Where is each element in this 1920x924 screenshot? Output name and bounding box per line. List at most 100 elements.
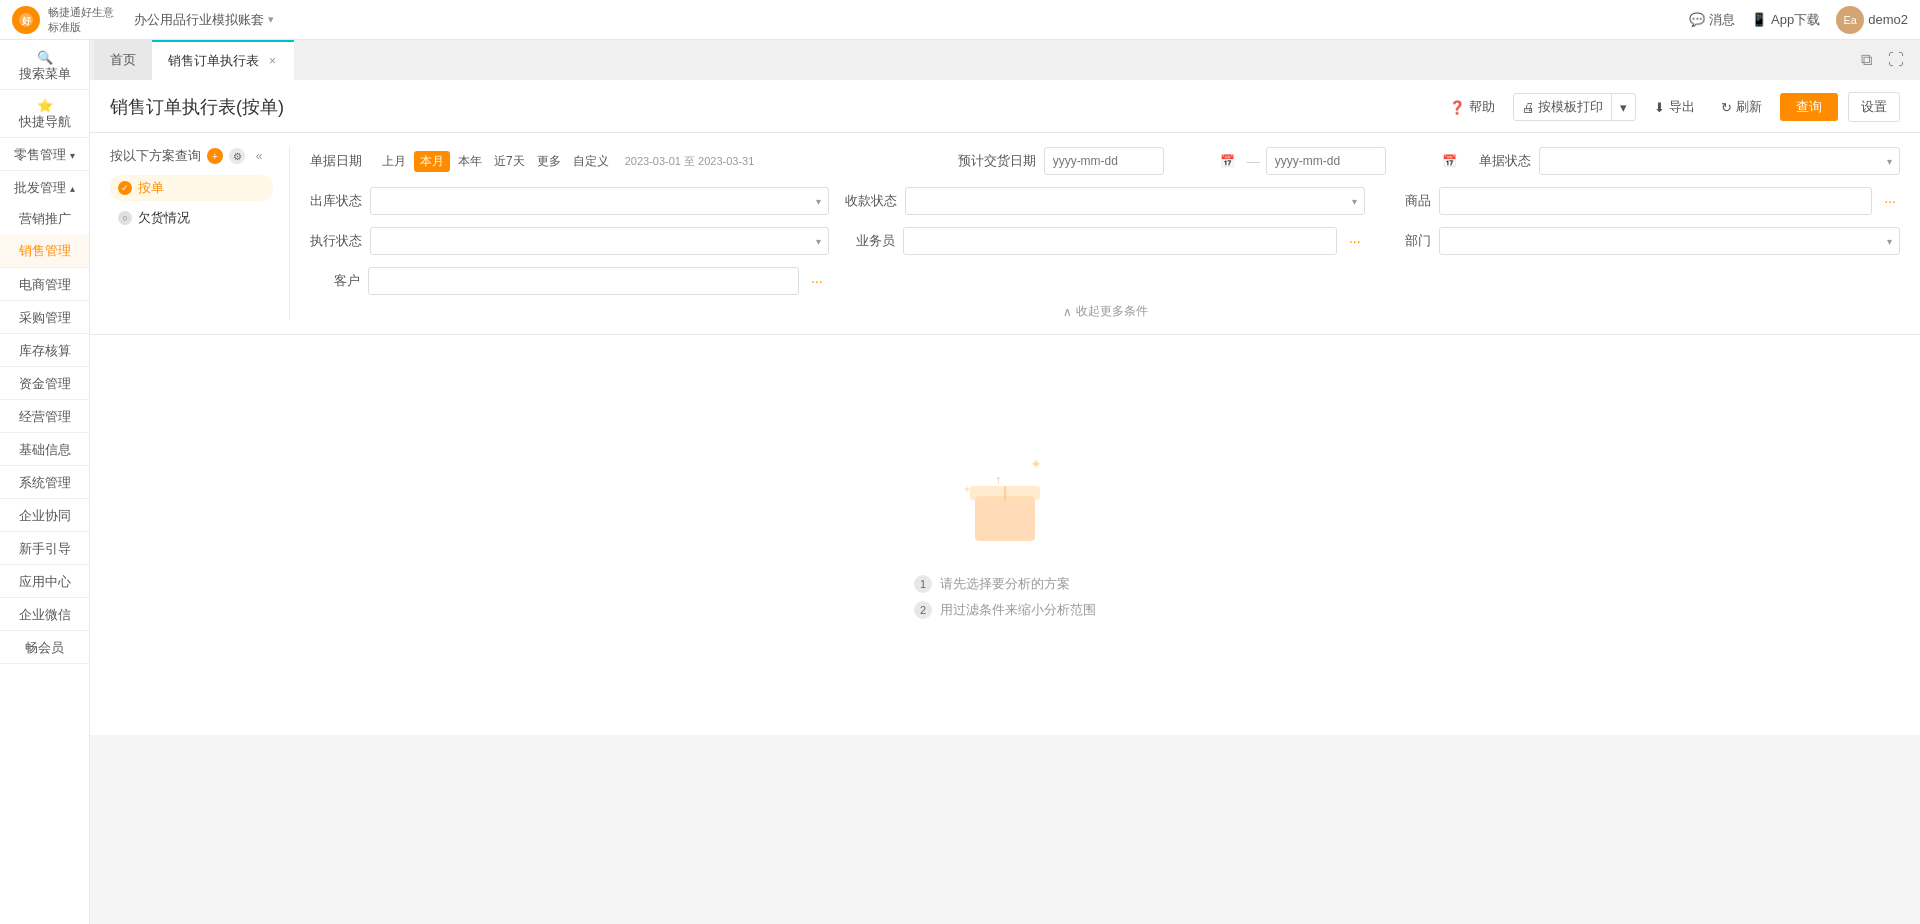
out-status-select-wrapper <box>370 187 829 215</box>
salesperson-label: 业务员 <box>845 232 895 250</box>
sidebar-section-enterprise: 企业协同 <box>0 499 89 532</box>
sidebar-item-enterprise[interactable]: 企业协同 <box>0 499 89 531</box>
out-status-select[interactable] <box>370 187 829 215</box>
nav-title-area: 办公用品行业模拟账套 ▾ <box>114 11 1689 29</box>
date-separator: — <box>1247 154 1260 169</box>
scheme-add-button[interactable]: + <box>207 148 223 164</box>
print-dropdown-icon[interactable]: ▾ <box>1612 96 1635 119</box>
user-profile-button[interactable]: Ea demo2 <box>1836 6 1908 34</box>
sidebar-quick-nav[interactable]: ⭐ 快捷导航 <box>0 90 89 138</box>
logo-text: 畅捷通好生意 标准版 <box>48 5 114 34</box>
dept-select-wrapper <box>1439 227 1900 255</box>
message-icon: 💬 <box>1689 12 1705 27</box>
search-button[interactable]: 查询 <box>1780 93 1838 121</box>
date-more-btn[interactable]: 更多 <box>533 151 565 172</box>
tab-restore-icon[interactable]: ⧉ <box>1857 47 1876 73</box>
top-right-actions: 💬 消息 📱 App下载 Ea demo2 <box>1689 6 1908 34</box>
customer-label: 客户 <box>310 272 360 290</box>
svg-text:✦: ✦ <box>1030 456 1042 472</box>
goods-input[interactable] <box>1439 187 1873 215</box>
sidebar-item-appstore[interactable]: 应用中心 <box>0 565 89 597</box>
message-button[interactable]: 💬 消息 <box>1689 11 1735 29</box>
sidebar-item-finance[interactable]: 资金管理 <box>0 367 89 399</box>
sidebar-item-newbie[interactable]: 新手引导 <box>0 532 89 564</box>
main-layout: 🔍 搜索菜单 ⭐ 快捷导航 零售管理 ▾ 批发管理 ▴ 营销推广 销售管理 <box>0 40 1920 924</box>
goods-picker-button[interactable]: ··· <box>1880 193 1900 209</box>
scheme-item-按单[interactable]: ✓ 按单 <box>110 175 273 201</box>
top-header: 好 畅捷通好生意 标准版 办公用品行业模拟账套 ▾ 💬 消息 📱 App下载 E… <box>0 0 1920 40</box>
svg-text:✦: ✦ <box>963 484 971 495</box>
filter-group-dept: 部门 <box>1381 227 1900 255</box>
filter-collapse-button[interactable]: ∧ 收起更多条件 <box>310 295 1900 320</box>
exec-status-select[interactable] <box>370 227 829 255</box>
expected-date-start-wrapper: 📅 <box>1044 147 1241 175</box>
sidebar-item-marketing[interactable]: 营销推广 <box>0 203 89 235</box>
status-select-wrapper <box>1539 147 1900 175</box>
date-custom-btn[interactable]: 自定义 <box>569 151 613 172</box>
tab-fullscreen-icon[interactable]: ⛶ <box>1884 47 1908 73</box>
app-download-button[interactable]: 📱 App下载 <box>1751 11 1820 29</box>
scheme-inactive-dot: ○ <box>118 211 132 225</box>
salesperson-input[interactable] <box>903 227 1337 255</box>
expected-date-end-input[interactable] <box>1266 147 1386 175</box>
svg-text:↑: ↑ <box>995 473 1001 487</box>
date-this-month-btn[interactable]: 本月 <box>414 151 450 172</box>
tab-home[interactable]: 首页 <box>94 40 152 80</box>
sidebar-section-wholesale-header[interactable]: 批发管理 ▴ <box>0 171 89 203</box>
scheme-item-欠货情况[interactable]: ○ 欠货情况 <box>110 205 273 231</box>
calendar-end-icon: 📅 <box>1442 154 1457 168</box>
sidebar-item-operation[interactable]: 经营管理 <box>0 400 89 432</box>
sidebar-search[interactable]: 🔍 搜索菜单 <box>0 40 89 90</box>
expected-date-start-input[interactable] <box>1044 147 1164 175</box>
step-1-num: 1 <box>914 575 932 593</box>
retail-arrow-icon: ▾ <box>70 150 75 161</box>
collect-status-select[interactable] <box>905 187 1364 215</box>
calendar-start-icon: 📅 <box>1220 154 1235 168</box>
date-last-month-btn[interactable]: 上月 <box>378 151 410 172</box>
sidebar-item-system[interactable]: 系统管理 <box>0 466 89 498</box>
star-icon: ⭐ <box>37 98 53 113</box>
sidebar-section-base: 基础信息 <box>0 433 89 466</box>
refresh-button[interactable]: ↻ 刷新 <box>1713 94 1770 120</box>
sidebar-item-member[interactable]: 畅会员 <box>0 631 89 663</box>
expected-date-end-wrapper: 📅 <box>1266 147 1463 175</box>
settings-button[interactable]: 设置 <box>1848 92 1900 122</box>
content-area: 首页 销售订单执行表 × ⧉ ⛶ 销售订单执行表(按单) ❓ 帮助 <box>90 40 1920 924</box>
sidebar-item-sales[interactable]: 销售管理 <box>0 235 89 267</box>
dept-label: 部门 <box>1381 232 1431 250</box>
sidebar-item-corpwechat[interactable]: 企业微信 <box>0 598 89 630</box>
date-this-year-btn[interactable]: 本年 <box>454 151 486 172</box>
filter-rows: 单据日期 上月 本月 本年 近7天 更多 自定义 <box>310 147 1900 295</box>
sidebar-section-retail-header[interactable]: 零售管理 ▾ <box>0 138 89 170</box>
filter-row-1: 单据日期 上月 本月 本年 近7天 更多 自定义 <box>310 147 1900 175</box>
export-button[interactable]: ⬇ 导出 <box>1646 94 1703 120</box>
sidebar-item-base[interactable]: 基础信息 <box>0 433 89 465</box>
scheme-settings-button[interactable]: ⚙ <box>229 148 245 164</box>
empty-illustration: ✦ ✦ ↑ <box>955 451 1055 551</box>
customer-picker-button[interactable]: ··· <box>807 273 827 289</box>
collect-status-label: 收款状态 <box>845 192 897 210</box>
sidebar-item-purchase[interactable]: 采购管理 <box>0 301 89 333</box>
print-button[interactable]: 🖨 按模板打印 <box>1514 94 1612 120</box>
tab-close-icon[interactable]: × <box>267 52 278 70</box>
expected-date-label: 预计交货日期 <box>958 152 1036 170</box>
scheme-title-text: 按以下方案查询 <box>110 147 201 165</box>
sidebar-item-inventory[interactable]: 库存核算 <box>0 334 89 366</box>
page-header-actions: ❓ 帮助 🖨 按模板打印 ▾ ⬇ 导出 <box>1441 92 1900 122</box>
help-button[interactable]: ❓ 帮助 <box>1441 94 1503 120</box>
date-quick-btns: 上月 本月 本年 近7天 更多 自定义 <box>378 151 613 172</box>
sidebar-item-ecommerce[interactable]: 电商管理 <box>0 268 89 300</box>
phone-icon: 📱 <box>1751 12 1767 27</box>
filter-group-date: 单据日期 上月 本月 本年 近7天 更多 自定义 <box>310 151 942 172</box>
status-select[interactable] <box>1539 147 1900 175</box>
date-last7-btn[interactable]: 近7天 <box>490 151 529 172</box>
tab-sales-order[interactable]: 销售订单执行表 × <box>152 40 294 80</box>
export-icon: ⬇ <box>1654 100 1665 115</box>
scheme-collapse-button[interactable]: « <box>251 148 267 164</box>
dept-select[interactable] <box>1439 227 1900 255</box>
out-status-label: 出库状态 <box>310 192 362 210</box>
svg-text:好: 好 <box>21 16 32 26</box>
nav-dropdown-icon[interactable]: ▾ <box>268 13 274 26</box>
salesperson-picker-button[interactable]: ··· <box>1345 233 1365 249</box>
customer-input[interactable] <box>368 267 799 295</box>
